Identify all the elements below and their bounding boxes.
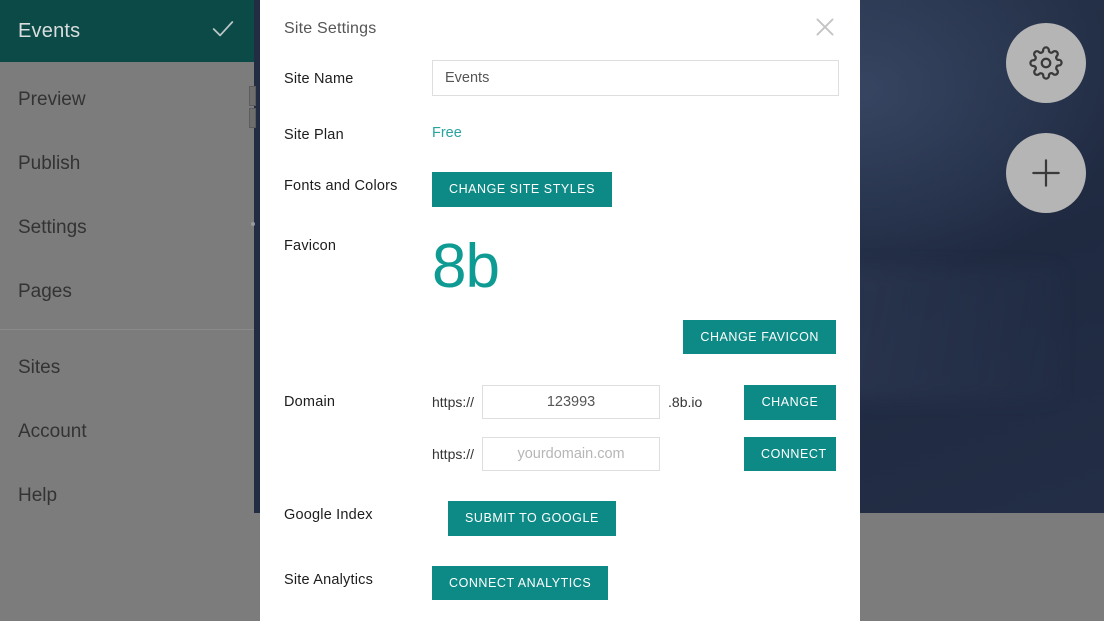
favicon-field-wrap: 8b xyxy=(432,236,836,298)
sidebar-item-label: Settings xyxy=(18,217,87,239)
gear-icon xyxy=(1029,46,1063,80)
domain-row: Domain https:// .8b.io CHANGE https:// C… xyxy=(260,385,860,471)
app-root: Events Preview Publish Settings Pages xyxy=(0,0,1104,621)
subdomain-input[interactable] xyxy=(482,385,660,419)
modal-header: Site Settings xyxy=(260,0,860,56)
favicon-preview: 8b xyxy=(432,236,836,298)
domain-field-wrap: https:// .8b.io CHANGE https:// CONNECT xyxy=(432,385,836,471)
custom-domain-input[interactable] xyxy=(482,437,660,471)
close-icon xyxy=(812,14,838,43)
sidebar-item-label: Preview xyxy=(18,89,86,111)
fonts-and-colors-field-wrap: CHANGE SITE STYLES xyxy=(432,172,836,207)
sidebar-item-publish[interactable]: Publish xyxy=(0,132,259,196)
site-analytics-label: Site Analytics xyxy=(284,566,432,601)
sidebar-item-pages[interactable]: Pages xyxy=(0,260,259,324)
submit-to-google-button[interactable]: SUBMIT TO GOOGLE xyxy=(448,501,616,536)
site-name-input[interactable] xyxy=(432,60,839,96)
domain-suffix-label: .8b.io xyxy=(668,394,702,410)
favicon-row: Favicon 8b xyxy=(260,236,860,298)
connect-domain-button[interactable]: CONNECT xyxy=(744,437,836,472)
sidebar-item-sites[interactable]: Sites xyxy=(0,336,259,400)
site-plan-link[interactable]: Free xyxy=(432,125,462,141)
connect-analytics-button[interactable]: CONNECT ANALYTICS xyxy=(432,566,608,601)
site-name-field-wrap xyxy=(432,60,839,96)
sidebar-item-account[interactable]: Account xyxy=(0,400,259,464)
favicon-label: Favicon xyxy=(284,236,432,298)
google-index-field-wrap: SUBMIT TO GOOGLE xyxy=(432,501,836,536)
close-button[interactable] xyxy=(808,11,842,45)
site-plan-row: Site Plan Free xyxy=(260,124,860,143)
sidebar-item-help[interactable]: Help xyxy=(0,464,259,528)
sidebar-item-label: Account xyxy=(18,421,87,443)
sidebar-current-site-name: Events xyxy=(18,20,209,43)
domain-subdomain-line: https:// .8b.io CHANGE xyxy=(432,385,836,420)
site-plan-field-wrap: Free xyxy=(432,124,836,143)
sidebar-item-label: Help xyxy=(18,485,57,507)
sidebar-item-settings[interactable]: Settings xyxy=(0,196,259,260)
sidebar: Events Preview Publish Settings Pages xyxy=(0,0,259,621)
custom-domain-scheme-label: https:// xyxy=(432,446,474,462)
site-settings-modal: Site Settings Site Name Site Plan Free xyxy=(260,0,860,621)
sidebar-item-label: Publish xyxy=(18,153,80,175)
sidebar-header[interactable]: Events xyxy=(0,0,259,62)
domain-custom-line: https:// CONNECT xyxy=(432,437,836,472)
page-title: Site Settings xyxy=(284,20,376,38)
domain-label: Domain xyxy=(284,385,432,471)
change-site-styles-button[interactable]: CHANGE SITE STYLES xyxy=(432,172,612,207)
plus-icon xyxy=(1027,154,1065,192)
sidebar-item-label: Pages xyxy=(18,281,72,303)
site-plan-label: Site Plan xyxy=(284,124,432,143)
google-index-label: Google Index xyxy=(284,501,432,536)
change-favicon-button[interactable]: CHANGE FAVICON xyxy=(683,320,836,355)
change-domain-button[interactable]: CHANGE xyxy=(744,385,836,420)
site-analytics-field-wrap: CONNECT ANALYTICS xyxy=(432,566,836,601)
domain-scheme-label: https:// xyxy=(432,394,474,410)
panel-edge-artifact xyxy=(249,86,256,106)
site-settings-fab[interactable] xyxy=(1006,23,1086,103)
site-name-label: Site Name xyxy=(284,60,432,96)
fonts-and-colors-label: Fonts and Colors xyxy=(284,172,432,207)
favicon-action-row: CHANGE FAVICON xyxy=(260,320,860,355)
add-block-fab[interactable] xyxy=(1006,133,1086,213)
site-analytics-row: Site Analytics CONNECT ANALYTICS xyxy=(260,566,860,601)
panel-edge-artifact xyxy=(249,108,256,128)
google-index-row: Google Index SUBMIT TO GOOGLE xyxy=(260,501,860,536)
check-icon xyxy=(209,15,237,48)
sidebar-primary-group: Preview Publish Settings Pages xyxy=(0,62,259,324)
panel-edge-dot xyxy=(251,222,255,226)
sidebar-secondary-group: Sites Account Help xyxy=(0,330,259,528)
sidebar-item-preview[interactable]: Preview xyxy=(0,68,259,132)
fonts-and-colors-row: Fonts and Colors CHANGE SITE STYLES xyxy=(260,172,860,207)
site-name-row: Site Name xyxy=(260,60,860,96)
sidebar-item-label: Sites xyxy=(18,357,60,379)
